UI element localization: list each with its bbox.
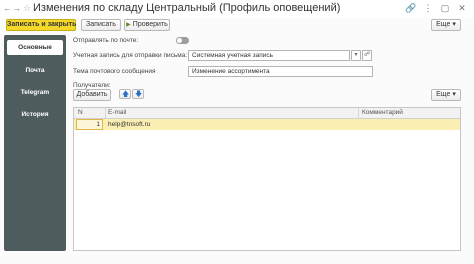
move-down-button[interactable]: 🡇 <box>132 89 144 99</box>
window-title: Изменения по складу Центральный (Профиль… <box>33 2 341 14</box>
arrow-down-icon: 🡇 <box>135 91 143 98</box>
move-up-button[interactable]: 🡅 <box>119 89 131 99</box>
save-and-close-button[interactable]: Записать и закрыть <box>6 19 76 31</box>
email-cell[interactable]: help@tnsoft.ru <box>108 119 150 130</box>
open-link-icon: ☍ <box>363 52 371 58</box>
recipients-table: N E-mail Комментарий 1 help@tnsoft.ru <box>73 107 461 251</box>
check-button-label: Проверить <box>132 21 168 28</box>
form-window: ← → ☆ Изменения по складу Центральный (П… <box>0 0 474 264</box>
sidebar-item-main[interactable]: Основные <box>7 40 63 55</box>
account-open-button[interactable]: ☍ <box>362 50 372 61</box>
check-button[interactable]: ▶ Проверить <box>124 19 170 31</box>
chevron-down-icon: ▾ <box>452 21 456 28</box>
arrow-up-icon: 🡅 <box>122 91 130 98</box>
window-controls: 🔗 ⋮ ▢ ✕ <box>405 3 468 14</box>
more-vertical-icon[interactable]: ⋮ <box>422 3 434 14</box>
sidebar-item-history[interactable]: История <box>7 107 63 122</box>
chevron-down-icon: ▾ <box>452 91 456 98</box>
column-header-comment[interactable]: Комментарий <box>362 108 403 118</box>
section-sidebar: Основные Почта Telegram История <box>4 35 66 251</box>
table-header: N E-mail Комментарий <box>74 108 460 119</box>
maximize-icon[interactable]: ▢ <box>439 3 451 14</box>
subject-field[interactable]: Изменение ассортимента <box>188 66 373 77</box>
send-by-mail-toggle[interactable] <box>176 37 189 44</box>
account-field[interactable]: Системная учетная запись <box>188 50 350 61</box>
favorite-star-icon[interactable]: ☆ <box>23 3 31 13</box>
link-icon[interactable]: 🔗 <box>405 3 417 14</box>
account-label: Учетная запись для отправки письма: <box>73 52 188 59</box>
more-menu-label: Еще <box>436 21 451 28</box>
send-by-mail-label: Отправлять по почте: <box>73 37 139 44</box>
command-bar: Записать и закрыть Записать ▶ Проверить Е… <box>0 18 474 34</box>
chevron-down-icon: ▾ <box>354 52 358 58</box>
toggle-knob <box>177 38 182 43</box>
title-bar: ← → ☆ Изменения по складу Центральный (П… <box>0 0 474 18</box>
back-arrow-icon[interactable]: ← <box>3 4 12 13</box>
column-header-email[interactable]: E-mail <box>108 108 126 118</box>
account-dropdown-button[interactable]: ▾ <box>351 50 361 61</box>
forward-arrow-icon[interactable]: → <box>12 4 21 13</box>
sidebar-item-telegram[interactable]: Telegram <box>7 85 63 100</box>
recipients-more-label: Еще <box>436 91 451 98</box>
save-button[interactable]: Записать <box>81 19 121 31</box>
recipients-more-button[interactable]: Еще ▾ <box>431 89 461 101</box>
add-recipient-button[interactable]: Добавить <box>73 89 111 101</box>
table-row[interactable]: 1 help@tnsoft.ru <box>74 119 460 130</box>
column-divider <box>105 108 106 119</box>
close-icon[interactable]: ✕ <box>456 3 468 14</box>
column-divider <box>358 108 359 119</box>
check-icon: ▶ <box>126 22 131 28</box>
row-number-cell[interactable]: 1 <box>76 119 103 130</box>
column-header-n[interactable]: N <box>78 108 83 118</box>
sidebar-item-mail[interactable]: Почта <box>7 63 63 78</box>
more-menu-button[interactable]: Еще ▾ <box>431 19 461 31</box>
subject-label: Тема почтового сообщения <box>73 68 156 75</box>
